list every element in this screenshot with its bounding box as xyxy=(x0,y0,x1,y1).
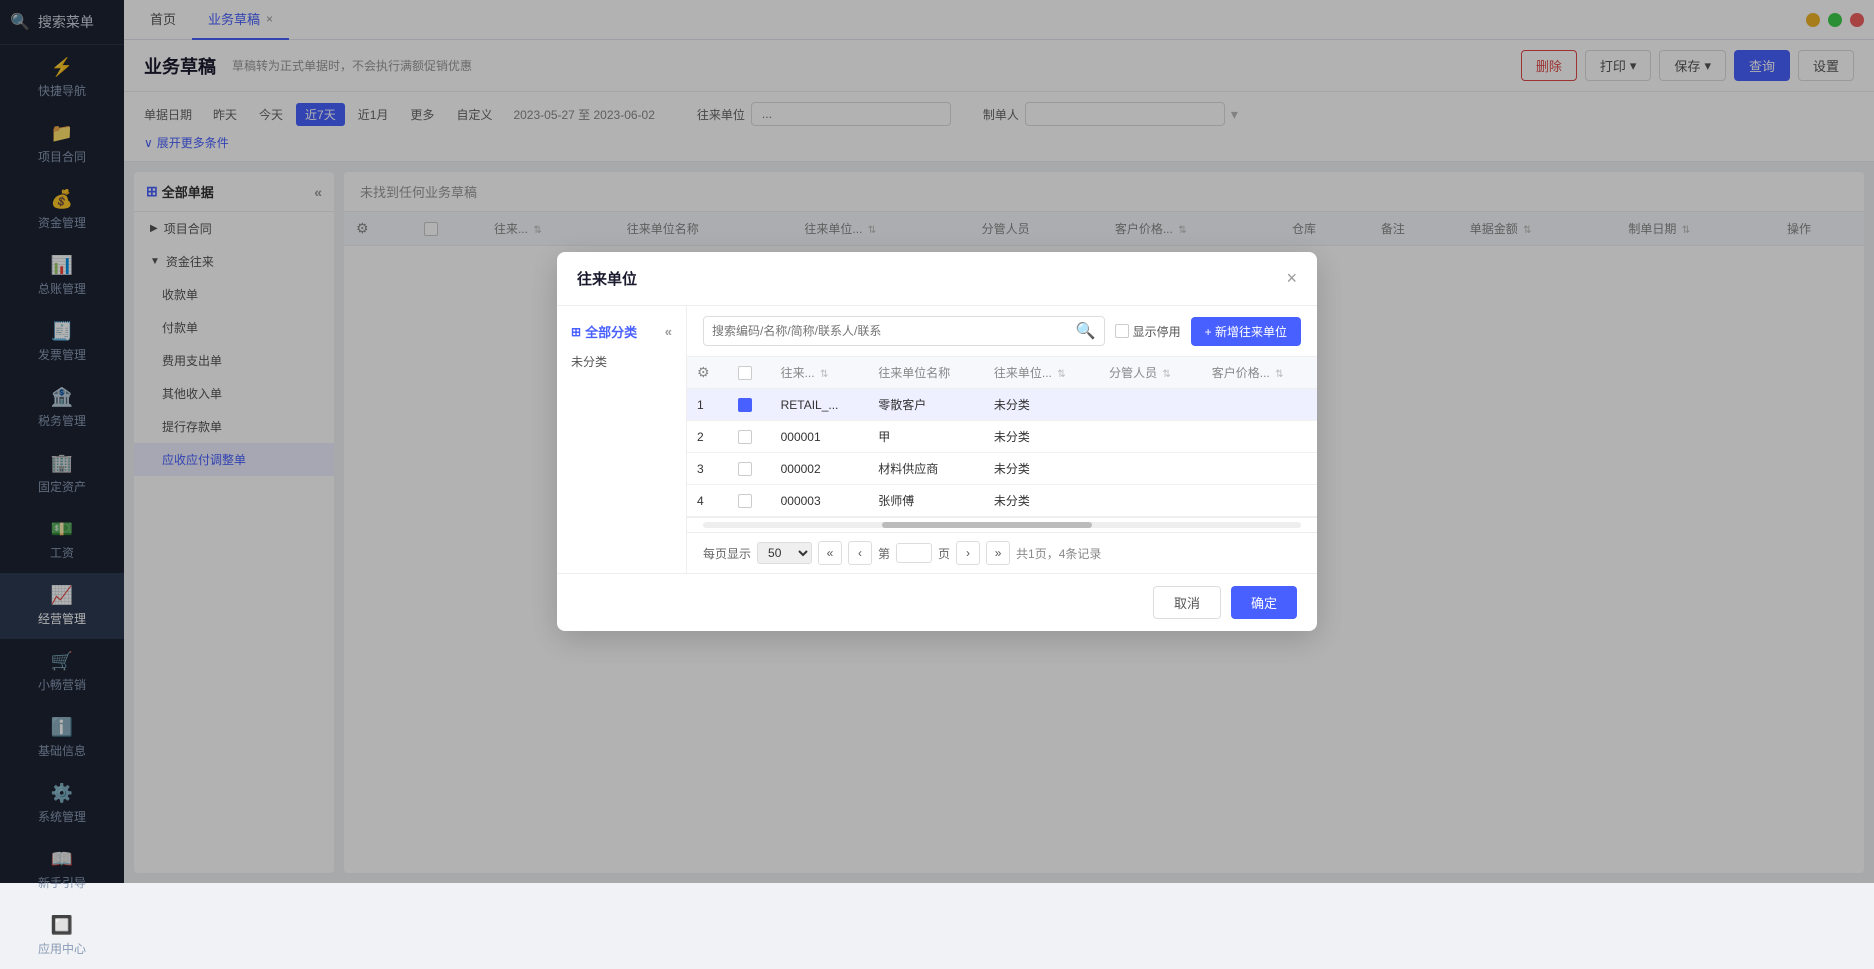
dialog: 往来单位 × ⊞ 全部分类 « 未分类 xyxy=(557,252,1317,631)
prev-page-button[interactable]: ‹ xyxy=(848,541,872,565)
dialog-col-name: 往来单位名称 xyxy=(868,357,984,389)
category-grid-icon: ⊞ xyxy=(571,325,581,339)
table-row[interactable]: 4 000003 张师傅 未分类 xyxy=(687,485,1317,517)
dialog-col-price: 客户价格... ⇅ xyxy=(1202,357,1317,389)
row-manager xyxy=(1099,421,1202,453)
row-code: RETAIL_... xyxy=(771,389,869,421)
row-name: 张师傅 xyxy=(868,485,984,517)
row-manager xyxy=(1099,389,1202,421)
row-code: 000002 xyxy=(771,453,869,485)
table-row[interactable]: 2 000001 甲 未分类 xyxy=(687,421,1317,453)
row-category: 未分类 xyxy=(984,389,1099,421)
dialog-select-all[interactable] xyxy=(738,366,752,380)
row-code: 000001 xyxy=(771,421,869,453)
row-manager xyxy=(1099,485,1202,517)
search-icon: 🔍 xyxy=(1076,321,1096,341)
cancel-button[interactable]: 取消 xyxy=(1153,586,1221,619)
row-price xyxy=(1202,453,1317,485)
dialog-settings-icon[interactable]: ⚙ xyxy=(697,364,710,380)
page-word: 第 xyxy=(878,545,890,562)
dialog-header: 往来单位 × xyxy=(557,252,1317,306)
page-label: 页 xyxy=(938,545,950,562)
dialog-toolbar: 🔍 显示停用 + 新增往来单位 xyxy=(687,306,1317,357)
table-row[interactable]: 1 RETAIL_... 零散客户 未分类 xyxy=(687,389,1317,421)
scrollbar-thumb[interactable] xyxy=(882,522,1091,528)
page-total: 共1页，4条记录 xyxy=(1016,545,1101,562)
dialog-table-container: ⚙ 往来... ⇅ 往来单位名称 往来单位... ⇅ 分管人员 ⇅ 客户价格..… xyxy=(687,357,1317,517)
dialog-collapse-icon[interactable]: « xyxy=(665,324,672,339)
dialog-table: ⚙ 往来... ⇅ 往来单位名称 往来单位... ⇅ 分管人员 ⇅ 客户价格..… xyxy=(687,357,1317,517)
dialog-category-uncategorized[interactable]: 未分类 xyxy=(557,347,686,376)
show-disabled-label: 显示停用 xyxy=(1133,323,1181,340)
row-checkbox[interactable] xyxy=(738,398,752,412)
scrollbar-track[interactable] xyxy=(703,522,1301,528)
dialog-title: 往来单位 xyxy=(577,268,637,289)
dialog-all-label: 全部分类 xyxy=(585,322,637,341)
page-size-label: 每页显示 xyxy=(703,545,751,562)
row-name: 甲 xyxy=(868,421,984,453)
first-page-button[interactable]: « xyxy=(818,541,842,565)
dialog-overlay[interactable]: 往来单位 × ⊞ 全部分类 « 未分类 xyxy=(0,0,1874,883)
row-price xyxy=(1202,421,1317,453)
dialog-col-manager: 分管人员 ⇅ xyxy=(1099,357,1202,389)
add-unit-button[interactable]: + 新增往来单位 xyxy=(1191,317,1301,346)
app-center-icon: 🔲 xyxy=(51,915,73,936)
row-price xyxy=(1202,485,1317,517)
row-category: 未分类 xyxy=(984,485,1099,517)
dialog-pagination: 每页显示 50 20 100 « ‹ 第 1 页 › » 共1页，4条记录 xyxy=(687,532,1317,573)
row-price xyxy=(1202,389,1317,421)
sidebar-item-app-center[interactable]: 🔲 应用中心 xyxy=(0,903,124,969)
dialog-body: ⊞ 全部分类 « 未分类 🔍 显示停用 xyxy=(557,306,1317,573)
row-category: 未分类 xyxy=(984,421,1099,453)
row-checkbox[interactable] xyxy=(738,494,752,508)
page-size-select[interactable]: 50 20 100 xyxy=(757,542,812,564)
dialog-close-button[interactable]: × xyxy=(1286,268,1297,289)
search-box: 🔍 xyxy=(703,316,1105,346)
row-name: 材料供应商 xyxy=(868,453,984,485)
show-disabled-checkbox[interactable] xyxy=(1115,324,1129,338)
dialog-category-header: ⊞ 全部分类 « xyxy=(557,316,686,347)
dialog-footer: 取消 确定 xyxy=(557,573,1317,631)
next-page-button[interactable]: › xyxy=(956,541,980,565)
row-name: 零散客户 xyxy=(868,389,984,421)
search-input[interactable] xyxy=(712,324,1070,338)
table-row[interactable]: 3 000002 材料供应商 未分类 xyxy=(687,453,1317,485)
dialog-right-panel: 🔍 显示停用 + 新增往来单位 ⚙ xyxy=(687,306,1317,573)
dialog-scrollbar xyxy=(687,517,1317,532)
dialog-col-code: 往来... ⇅ xyxy=(771,357,869,389)
last-page-button[interactable]: » xyxy=(986,541,1010,565)
confirm-button[interactable]: 确定 xyxy=(1231,586,1297,619)
current-page-input[interactable]: 1 xyxy=(896,543,932,563)
row-category: 未分类 xyxy=(984,453,1099,485)
row-checkbox[interactable] xyxy=(738,462,752,476)
row-manager xyxy=(1099,453,1202,485)
row-checkbox[interactable] xyxy=(738,430,752,444)
row-code: 000003 xyxy=(771,485,869,517)
dialog-left-panel: ⊞ 全部分类 « 未分类 xyxy=(557,306,687,573)
show-disabled-toggle[interactable]: 显示停用 xyxy=(1115,323,1181,340)
dialog-col-cat: 往来单位... ⇅ xyxy=(984,357,1099,389)
